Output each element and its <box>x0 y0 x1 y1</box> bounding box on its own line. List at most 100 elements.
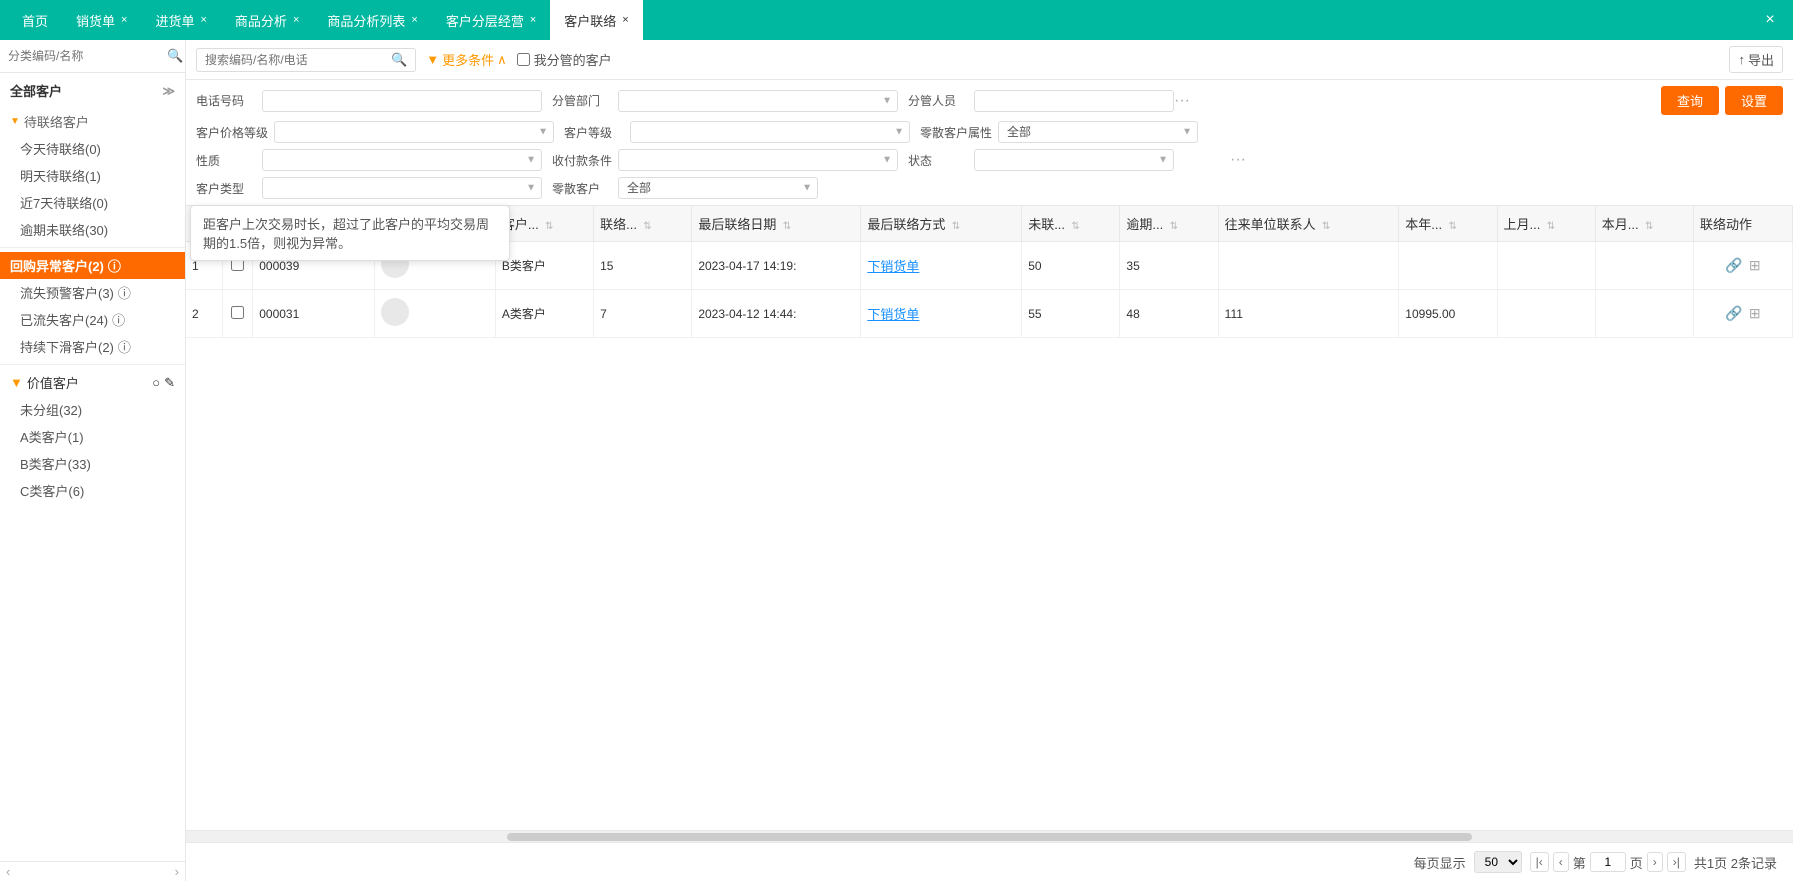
value-customers-edit-icon[interactable]: ✎ <box>164 375 175 391</box>
settings-button[interactable]: 设置 <box>1725 86 1783 115</box>
th-year-amount: 本年... ⇅ <box>1399 206 1497 242</box>
phone-select[interactable] <box>262 90 542 112</box>
close-product-analysis-icon[interactable]: × <box>293 14 299 26</box>
nav-customer-tier[interactable]: 客户分层经营 × <box>432 0 550 40</box>
sidebar-item-tomorrow-pending[interactable]: 明天待联络(1) <box>0 162 185 189</box>
horizontal-scrollbar[interactable] <box>186 830 1793 842</box>
payment-label: 收付款条件 <box>552 152 612 169</box>
last-page-button[interactable]: ›| <box>1667 852 1686 872</box>
sort-contact-icon[interactable]: ⇅ <box>643 221 651 232</box>
close-customer-tier-icon[interactable]: × <box>530 14 536 26</box>
export-button[interactable]: ↑ 导出 <box>1729 46 1783 73</box>
query-button[interactable]: 查询 <box>1661 86 1719 115</box>
customer-type-select[interactable] <box>262 177 542 199</box>
sidebar-divider-2 <box>0 364 185 365</box>
filter-row-4: 客户类型 ▼ 零散客户 全部 ▼ <box>196 177 1783 199</box>
retail-attr-select[interactable]: 全部 <box>998 121 1198 143</box>
row2-no-contact: 55 <box>1022 290 1120 338</box>
row2-grid-icon[interactable]: ⊞ <box>1749 305 1761 322</box>
status-select[interactable] <box>974 149 1174 171</box>
sidebar-item-continuous-down[interactable]: 持续下滑客户(2) ⓘ <box>0 333 185 360</box>
retail-customer-select[interactable]: 全部 <box>618 177 818 199</box>
scroll-thumb[interactable] <box>507 833 1471 841</box>
main-search-icon[interactable]: 🔍 <box>391 52 407 68</box>
category-search-input[interactable] <box>8 49 163 63</box>
row2-index: 2 <box>186 290 223 338</box>
my-customers-checkbox[interactable] <box>517 53 530 66</box>
value-customers-circle-icon[interactable]: ○ <box>152 375 160 391</box>
row1-grid-icon[interactable]: ⊞ <box>1749 257 1761 274</box>
close-sales-order-icon[interactable]: × <box>121 14 127 26</box>
sort-last-month-icon[interactable]: ⇅ <box>1547 221 1555 232</box>
per-page-select[interactable]: 50 <box>1474 851 1522 873</box>
nav-sales-order[interactable]: 销货单 × <box>62 0 141 40</box>
payment-select[interactable] <box>618 149 898 171</box>
first-page-button[interactable]: |‹ <box>1530 852 1549 872</box>
sort-unit-contact-icon[interactable]: ⇅ <box>1322 221 1330 232</box>
pagination-bar: 每页显示 50 |‹ ‹ 第 页 › ›| 共1页 2条记录 <box>186 842 1793 881</box>
sidebar-item-today-pending[interactable]: 今天待联络(0) <box>0 135 185 162</box>
customer-grade-select[interactable] <box>630 121 910 143</box>
already-lost-info-icon: ⓘ <box>112 310 125 329</box>
sidebar-item-class-c[interactable]: C类客户(6) <box>0 477 185 504</box>
nav-product-analysis[interactable]: 商品分析 × <box>221 0 313 40</box>
sidebar-collapse-icon[interactable]: ≫ <box>162 84 175 98</box>
th-customer-type: 客户... ⇅ <box>495 206 593 242</box>
person-select[interactable] <box>974 90 1174 112</box>
row2-contact-method-link[interactable]: 下销货单 <box>867 307 919 322</box>
sidebar-item-already-lost[interactable]: 已流失客户(24) ⓘ <box>0 306 185 333</box>
price-grade-select[interactable] <box>274 121 554 143</box>
sidebar-item-repeat-abnormal[interactable]: 回购异常客户(2) ⓘ <box>0 252 185 279</box>
row2-this-month <box>1595 290 1693 338</box>
row2-checkbox[interactable] <box>231 306 244 319</box>
close-purchase-order-icon[interactable]: × <box>200 14 206 26</box>
sidebar-item-unclassified[interactable]: 未分组(32) <box>0 396 185 423</box>
row1-link-icon[interactable]: 🔗 <box>1725 257 1742 274</box>
sidebar-item-lost-warning[interactable]: 流失预警客户(3) ⓘ <box>0 279 185 306</box>
row1-contact-method-link[interactable]: 下销货单 <box>867 259 919 274</box>
nav-purchase-order[interactable]: 进货单 × <box>141 0 220 40</box>
sort-no-contact-icon[interactable]: ⇅ <box>1071 221 1079 232</box>
sidebar-item-class-b[interactable]: B类客户(33) <box>0 450 185 477</box>
prev-page-button[interactable]: ‹ <box>1553 852 1569 872</box>
sidebar-search-bar: 🔍 <box>0 40 185 73</box>
row2-checkbox-cell <box>223 290 253 338</box>
close-customer-contact-icon[interactable]: × <box>622 14 628 26</box>
page-number-input[interactable] <box>1590 852 1626 872</box>
row2-link-icon[interactable]: 🔗 <box>1725 305 1742 322</box>
person-dots[interactable]: ··· <box>1170 92 1194 110</box>
sidebar-item-class-a[interactable]: A类客户(1) <box>0 423 185 450</box>
more-conditions-button[interactable]: ▼ 更多条件 ∧ <box>426 50 506 69</box>
category-search-icon[interactable]: 🔍 <box>167 48 183 64</box>
sidebar-item-overdue[interactable]: 逾期未联络(30) <box>0 216 185 243</box>
sidebar-scroll-right-icon[interactable]: › <box>175 864 179 879</box>
sort-year-amount-icon[interactable]: ⇅ <box>1448 221 1456 232</box>
nav-customer-contact[interactable]: 客户联络 × <box>550 0 642 40</box>
window-close-button[interactable]: × <box>1755 5 1785 35</box>
row2-actions: 🔗 ⊞ <box>1694 290 1793 338</box>
row2-unit-contact: 111 <box>1218 290 1399 338</box>
sort-method-icon[interactable]: ⇅ <box>952 221 960 232</box>
content-area: 🔍 ▼ 更多条件 ∧ 我分管的客户 ↑ 导出 电话号码 <box>186 40 1793 881</box>
sidebar-item-7day-pending[interactable]: 近7天待联络(0) <box>0 189 185 216</box>
nav-home[interactable]: 首页 <box>8 0 62 40</box>
filter-row-1: 电话号码 分管部门 ▼ <box>196 86 1783 115</box>
th-this-month: 本月... ⇅ <box>1595 206 1693 242</box>
gender-select[interactable] <box>262 149 542 171</box>
tooltip-box: 距客户上次交易时长，超过了此客户的平均交易周期的1.5倍，则视为异常。 <box>190 205 510 261</box>
sort-overdue-icon[interactable]: ⇅ <box>1170 221 1178 232</box>
sort-type-icon[interactable]: ⇅ <box>545 221 553 232</box>
next-page-button[interactable]: › <box>1647 852 1663 872</box>
main-search-input[interactable] <box>205 53 385 67</box>
row3-dots-button[interactable]: ··· <box>1226 151 1250 169</box>
nav-product-analysis-list[interactable]: 商品分析列表 × <box>313 0 431 40</box>
sort-this-month-icon[interactable]: ⇅ <box>1645 221 1653 232</box>
sidebar-scroll-left-icon[interactable]: ‹ <box>6 864 10 879</box>
sidebar-divider-1 <box>0 247 185 248</box>
main-layout: 🔍 全部客户 ≫ ▼ 待联络客户 今天待联络(0) 明天待联络(1) 近7天待联… <box>0 40 1793 881</box>
close-product-analysis-list-icon[interactable]: × <box>411 14 417 26</box>
sort-date-icon[interactable]: ⇅ <box>783 221 791 232</box>
dept-select[interactable] <box>618 90 898 112</box>
row1-customer-type: B类客户 <box>495 242 593 290</box>
dept-field: 分管部门 ▼ <box>552 90 898 112</box>
